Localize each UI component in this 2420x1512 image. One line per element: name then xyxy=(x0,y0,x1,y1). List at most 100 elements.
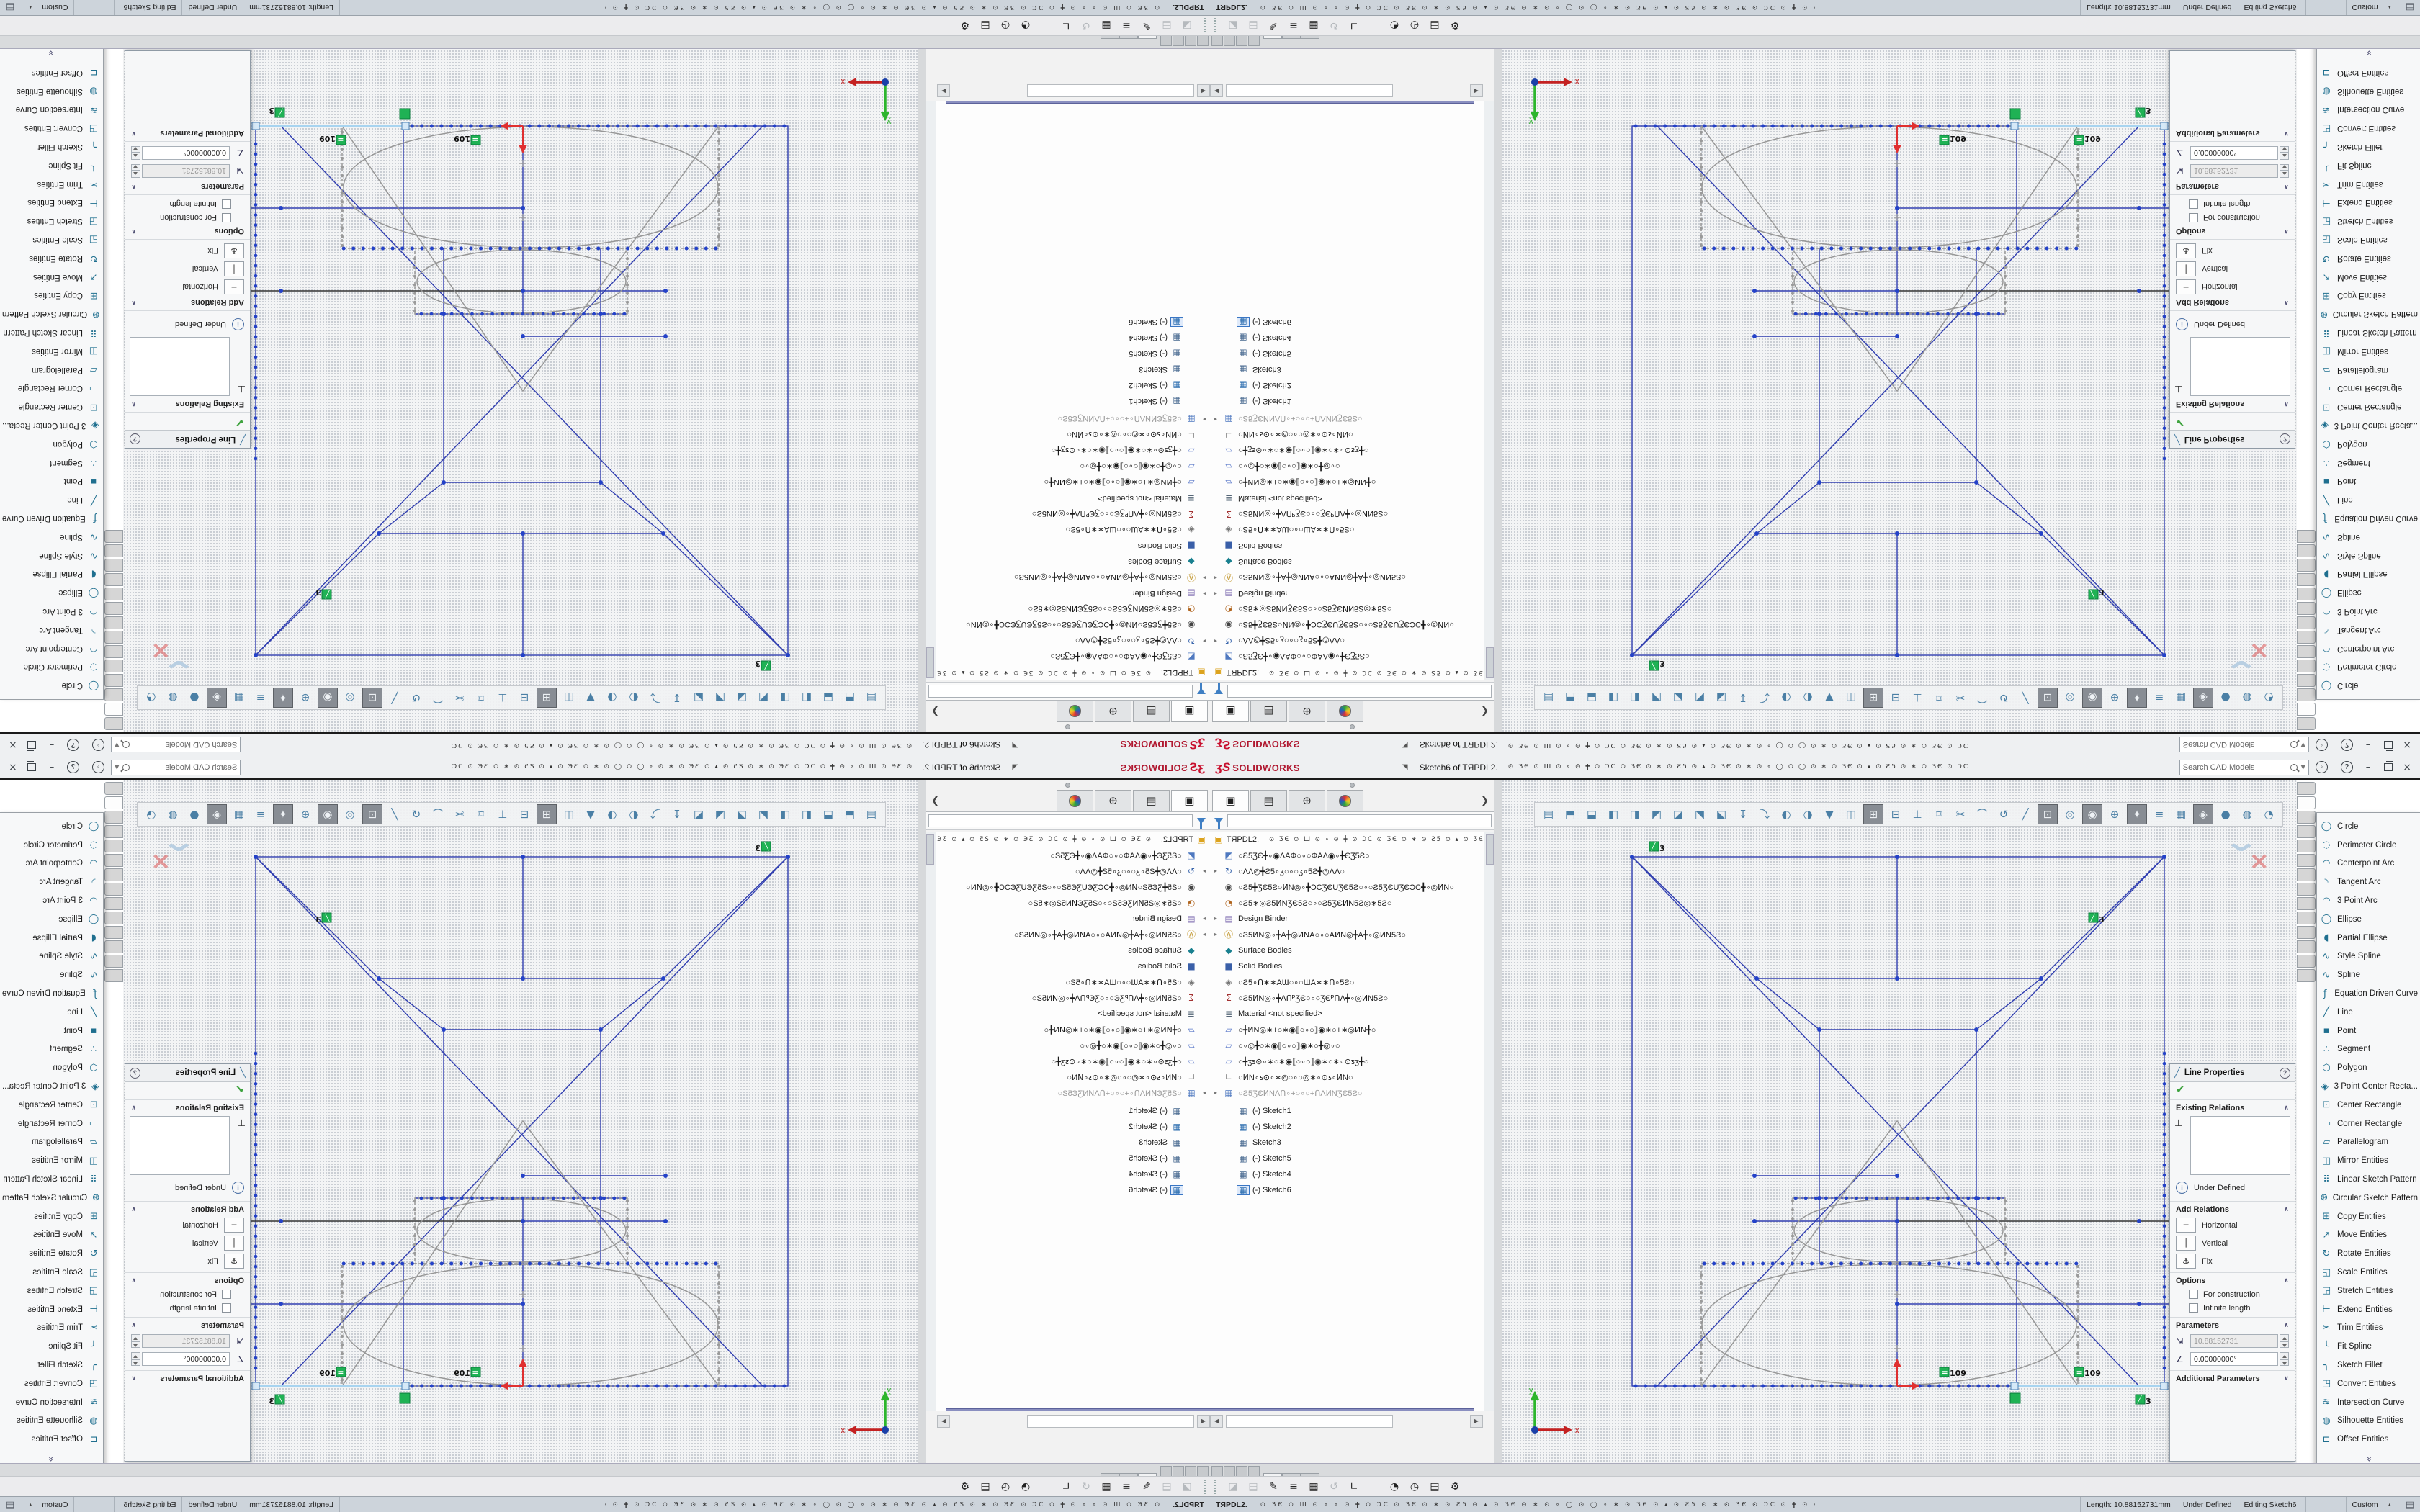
help-icon[interactable]: ? xyxy=(67,761,79,773)
sketch-tool-item[interactable]: ◯ Ellipse xyxy=(2317,910,2420,929)
option-checkbox-row[interactable]: For construction xyxy=(125,211,250,225)
menu-item[interactable] xyxy=(1074,743,1087,747)
section-add-relations[interactable]: Add Relations ∧ xyxy=(125,1201,250,1216)
sketch-gray-entities[interactable] xyxy=(1701,1121,2078,1386)
tab-nav-button[interactable] xyxy=(1224,1466,1235,1477)
add-relation-button[interactable]: ─ Horizontal xyxy=(125,278,250,296)
command-tab[interactable] xyxy=(104,825,123,838)
filter-input[interactable] xyxy=(928,814,1193,827)
sketch-tool-item[interactable]: ⊡ Center Rectangle xyxy=(0,397,103,416)
sketch-tool-item[interactable]: ◲ Stretch Entities xyxy=(0,212,103,230)
relations-listbox[interactable] xyxy=(130,337,230,396)
tree-item[interactable]: ≣ Material <not specified> xyxy=(1210,490,1484,506)
ok-button[interactable]: ✔ xyxy=(125,1082,250,1097)
command-tab[interactable] xyxy=(104,674,123,687)
tree-item[interactable]: ▸ ↻ ○ɅΛ◎╋Ƨ5∘ʒ○∘○ʒ∘5Ƨ╋◎ΛɅ○ xyxy=(1210,863,1484,879)
tree-item[interactable]: ≣ Material <not specified> xyxy=(1210,1006,1484,1022)
angle-value-field[interactable]: 0.00000000° xyxy=(2190,1352,2278,1366)
tree-item[interactable]: ◆ Surface Bodies xyxy=(936,554,1210,570)
menu-item[interactable] xyxy=(1061,765,1074,770)
tree-item[interactable]: ▦ (-) Sketch6 xyxy=(936,314,1210,330)
tree-scrollbar-horizontal[interactable]: ◀ ▶ xyxy=(1210,1414,1484,1428)
sketch-tool-item[interactable]: ⊞ Copy Entities xyxy=(2317,286,2420,305)
feature-manager-tab[interactable]: ⊕ xyxy=(1095,701,1131,722)
format-toolbar-icon[interactable]: ◷ xyxy=(997,1479,1014,1495)
menu-item[interactable] xyxy=(1087,743,1100,747)
format-toolbar-icon[interactable]: ▤ xyxy=(1245,17,1262,33)
panel-flyout-arrow-icon[interactable]: ❯ xyxy=(931,707,939,716)
tree-item[interactable]: ▣ TЯPDL2. ⊙ ƷЄ ⊙ Ш ⊙ ∘ ⊙ ╋ ⊙ ƆC ⊙ ƷЄ ⊙ ∗… xyxy=(936,665,1210,680)
sketch-tool-item[interactable]: ◳ Convert Entities xyxy=(0,119,103,138)
menu-item[interactable] xyxy=(1048,743,1061,747)
restore-button[interactable] xyxy=(27,763,36,771)
tree-item[interactable]: ▦ Sketch3 xyxy=(936,1135,1210,1151)
sketch-tool-item[interactable]: ◖ Partial Ellipse xyxy=(2317,929,2420,948)
sketch-tool-item[interactable]: ◌ Perimeter Circle xyxy=(2317,836,2420,855)
collapse-icon[interactable]: ∧ xyxy=(2284,184,2289,190)
command-tab[interactable] xyxy=(2297,588,2316,600)
sketch-tool-item[interactable]: ◲ Stretch Entities xyxy=(0,1282,103,1300)
length-value-field[interactable]: 10.88152731 xyxy=(142,164,230,178)
tree-item[interactable]: ◈ ○Ƨ5∘Ո∗∗AƜ○∘○ƜA∗∗Ո∘5Ƨ○ xyxy=(1210,522,1484,538)
command-tab[interactable] xyxy=(2297,969,2316,982)
sketch-tool-item[interactable]: ∿ Spline xyxy=(0,528,103,546)
relations-listbox[interactable] xyxy=(130,1116,230,1175)
section-options[interactable]: Options ∧ xyxy=(2170,1272,2295,1287)
command-tab[interactable] xyxy=(104,854,123,867)
command-tab[interactable] xyxy=(2297,897,2316,910)
format-toolbar-icon[interactable]: ◷ xyxy=(997,17,1014,33)
tree-item[interactable]: ▱ ○∘◎╋○∗◉⟦○∘○⟧◉∗○╋◎∘○ xyxy=(1210,1038,1484,1053)
panel-splitter[interactable] xyxy=(918,49,926,732)
length-spinner[interactable] xyxy=(131,1334,140,1348)
filter-input[interactable] xyxy=(928,685,1193,698)
tree-item[interactable]: ▦ (-) Sketch4 xyxy=(1210,330,1484,346)
sketch-tool-item[interactable]: ✂ Trim Entities xyxy=(2317,1319,2420,1338)
format-toolbar-icon[interactable] xyxy=(1037,17,1054,33)
option-checkbox-row[interactable]: Infinite length xyxy=(2170,1301,2295,1315)
command-tab[interactable] xyxy=(2297,530,2316,543)
expand-arrow-icon[interactable]: ▸ xyxy=(1197,932,1206,937)
expand-arrow-icon[interactable]: ▸ xyxy=(1214,916,1223,922)
format-toolbar-icon[interactable]: ↺ xyxy=(1325,1479,1343,1495)
sketch-tool-item[interactable]: ⠿ Linear Sketch Pattern xyxy=(0,323,103,342)
sketch-tool-item[interactable]: ▱ Parallelogram xyxy=(0,1133,103,1152)
unit-system-dropdown[interactable]: Custom ▴ xyxy=(23,1497,74,1512)
filter-funnel-icon[interactable] xyxy=(1197,818,1206,824)
sketch-tool-item[interactable]: ▭ Corner Rectangle xyxy=(0,379,103,397)
solidworks-status-icon[interactable]: ▤ xyxy=(2406,3,2414,12)
sketch-tool-item[interactable]: ↻ Rotate Entities xyxy=(0,1244,103,1263)
sketch-tool-item[interactable]: ↻ Rotate Entities xyxy=(2317,1244,2420,1263)
tab-nav-button[interactable] xyxy=(1236,1466,1247,1477)
sketch-tool-item[interactable]: ◯ Circle xyxy=(0,817,103,836)
sketch-tool-item[interactable]: ⊛ Circular Sketch Pattern xyxy=(2317,305,2420,323)
tree-item[interactable]: ▣ TЯPDL2. ⊙ ƷЄ ⊙ Ш ⊙ ∘ ⊙ ╋ ⊙ ƆC ⊙ ƷЄ ⊙ ∗… xyxy=(1210,665,1484,680)
tree-item[interactable]: ▦ (-) Sketch2 xyxy=(1210,1119,1484,1135)
section-existing-relations[interactable]: Existing Relations ∧ xyxy=(125,1099,250,1115)
sketch-tool-item[interactable]: ╮ Sketch Fillet xyxy=(0,138,103,156)
format-toolbar-icon[interactable]: ◪ xyxy=(1178,1479,1196,1495)
checkbox[interactable] xyxy=(222,1290,231,1299)
panel-flyout-arrow-icon[interactable]: ❯ xyxy=(1481,796,1489,806)
command-tab[interactable] xyxy=(2297,674,2316,687)
filter-funnel-icon[interactable] xyxy=(1214,688,1223,694)
collapse-icon[interactable]: ∧ xyxy=(131,1323,136,1329)
tree-item[interactable]: ▱ ○╋ʒƽ⊙∘∗○∗◉⟦○∘○⟧◉∗○∗∘⊙ƽʒ╋○ xyxy=(1210,443,1484,459)
tab-nav-button[interactable] xyxy=(1248,35,1260,46)
tree-item[interactable]: ▦ (-) Sketch5 xyxy=(1210,1151,1484,1166)
sketch-tool-item[interactable]: ◱ Scale Entities xyxy=(0,230,103,249)
scroll-left-icon[interactable]: ◀ xyxy=(1197,1415,1210,1428)
command-tab[interactable] xyxy=(104,912,123,924)
menu-item[interactable] xyxy=(1346,765,1359,770)
sketch-tool-item[interactable]: ↗ Move Entities xyxy=(2317,268,2420,287)
format-toolbar-icon[interactable]: ▤ xyxy=(977,17,994,33)
sketch-tool-item[interactable]: ◖ Partial Ellipse xyxy=(2317,564,2420,583)
sketch-tool-item[interactable]: ⬡ Polygon xyxy=(0,435,103,454)
tree-item[interactable]: ≣ Material <not specified> xyxy=(936,1006,1210,1022)
tab-nav-button[interactable] xyxy=(1211,1466,1223,1477)
sketch-tool-item[interactable]: ◠ Centerpoint Arc xyxy=(0,639,103,658)
option-checkbox-row[interactable]: Infinite length xyxy=(125,1301,250,1315)
tree-item[interactable]: ▦ (-) Sketch6 xyxy=(936,1182,1210,1198)
command-tab[interactable] xyxy=(104,955,123,968)
help-icon[interactable]: ? xyxy=(2341,739,2353,751)
sketch-tool-item[interactable]: ◠ 3 Point Arc xyxy=(0,891,103,910)
